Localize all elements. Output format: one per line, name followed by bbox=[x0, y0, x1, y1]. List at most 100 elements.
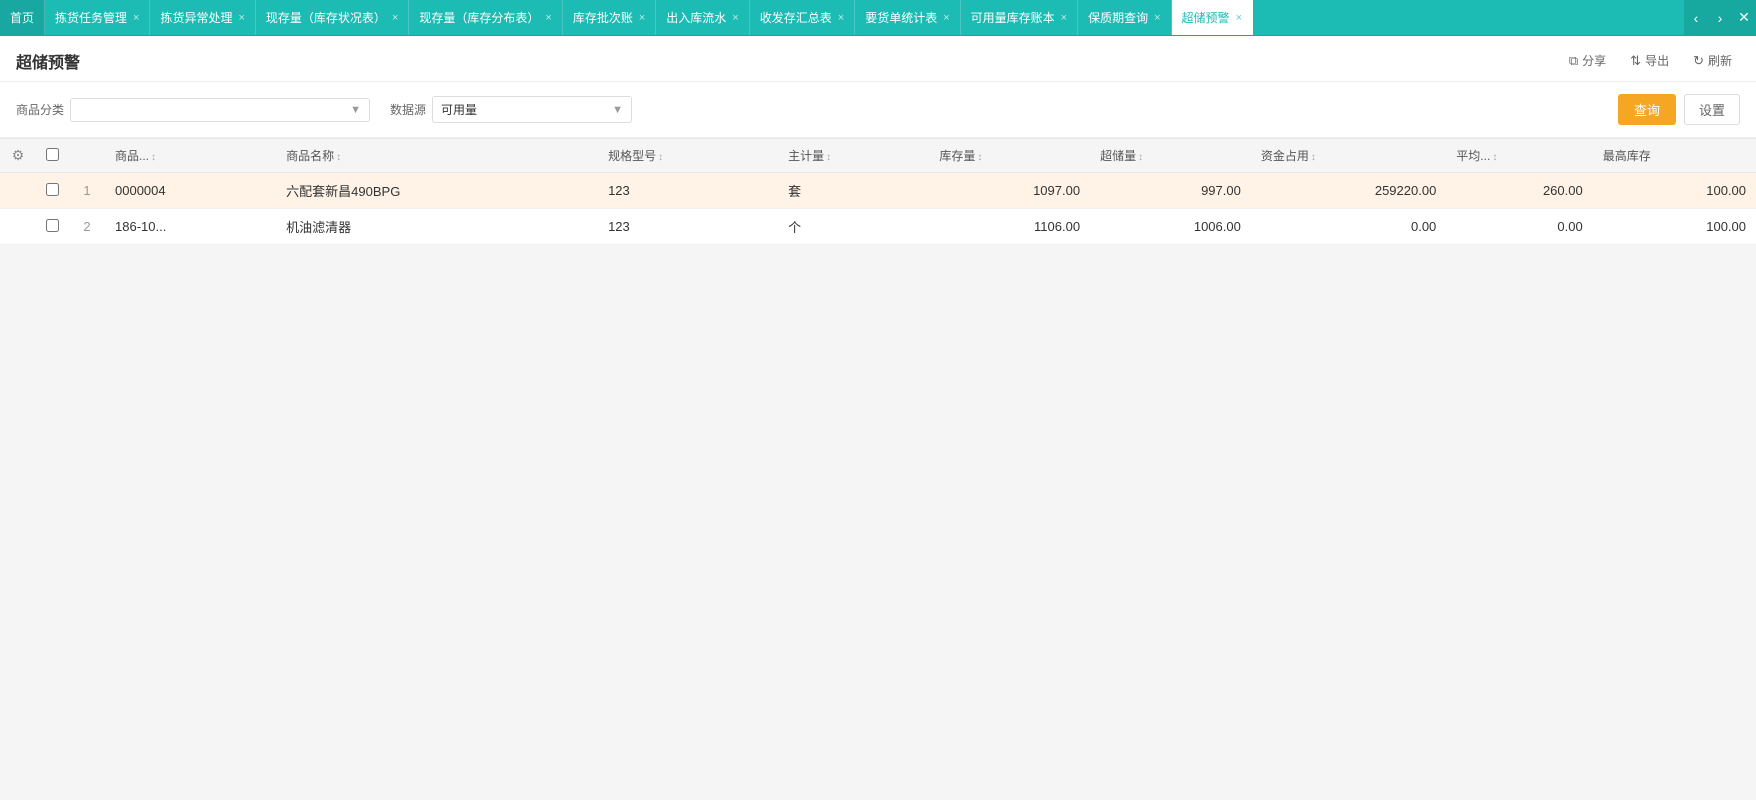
td-stock: 1097.00 bbox=[929, 173, 1090, 209]
category-select[interactable]: ▼ bbox=[70, 98, 370, 122]
td-gear bbox=[0, 173, 36, 209]
nav-item-overstock[interactable]: 超储预警 × bbox=[1172, 0, 1253, 36]
nav-close-icon[interactable]: × bbox=[545, 12, 551, 24]
nav-close-icon[interactable]: × bbox=[1236, 12, 1242, 24]
nav-item-inventory-status[interactable]: 现存量（库存状况表） × bbox=[256, 0, 409, 36]
datasource-select[interactable]: 可用量 ▼ bbox=[432, 96, 632, 123]
td-overstock: 997.00 bbox=[1090, 173, 1251, 209]
td-check bbox=[36, 173, 69, 209]
th-product-code[interactable]: 商品...↕ bbox=[105, 139, 276, 173]
page-header: 超储预警 ⧉ 分享 ⇅ 导出 ↻ 刷新 bbox=[0, 36, 1756, 82]
th-avg[interactable]: 平均...↕ bbox=[1446, 139, 1592, 173]
page-content: 超储预警 ⧉ 分享 ⇅ 导出 ↻ 刷新 商品分类 ▼ 数据源 bbox=[0, 36, 1756, 245]
td-unit: 套 bbox=[778, 173, 929, 209]
sort-icon-spec: ↕ bbox=[658, 152, 663, 163]
nav-label: 库存批次账 bbox=[573, 9, 633, 26]
td-product-name: 六配套新昌490BPG bbox=[276, 173, 598, 209]
nav-item-task-mgmt[interactable]: 拣货任务管理× bbox=[45, 0, 150, 36]
nav-label: 保质期查询 bbox=[1088, 9, 1148, 26]
nav-label: 出入库流水 bbox=[666, 9, 726, 26]
share-button[interactable]: ⧉ 分享 bbox=[1561, 48, 1614, 73]
th-gear: ⚙ bbox=[0, 139, 36, 173]
td-max-stock: 100.00 bbox=[1593, 209, 1756, 245]
td-product-name: 机油滤清器 bbox=[276, 209, 598, 245]
sort-icon-capital: ↕ bbox=[1311, 152, 1316, 163]
nav-item-expiry[interactable]: 保质期查询 × bbox=[1078, 0, 1171, 36]
td-avg: 0.00 bbox=[1446, 209, 1592, 245]
category-select-value bbox=[79, 103, 346, 117]
td-gear bbox=[0, 209, 36, 245]
nav-item-batch[interactable]: 库存批次账 × bbox=[563, 0, 656, 36]
table-wrapper: ⚙ 商品...↕ 商品名称↕ 规格型号↕ bbox=[0, 138, 1756, 245]
th-spec[interactable]: 规格型号↕ bbox=[598, 139, 778, 173]
nav-label: 现存量（库存分布表） bbox=[419, 9, 539, 26]
nav-item-order-stat[interactable]: 要货单统计表 × bbox=[855, 0, 960, 36]
th-unit[interactable]: 主计量↕ bbox=[778, 139, 929, 173]
th-max-stock[interactable]: 最高库存 bbox=[1593, 139, 1756, 173]
nav-label: 首页 bbox=[10, 9, 34, 26]
th-stock[interactable]: 库存量↕ bbox=[929, 139, 1090, 173]
category-label: 商品分类 bbox=[16, 101, 64, 118]
nav-close-icon[interactable]: × bbox=[133, 12, 139, 24]
nav-item-summary[interactable]: 收发存汇总表 × bbox=[750, 0, 855, 36]
nav-item-usable[interactable]: 可用量库存账本 × bbox=[961, 0, 1078, 36]
nav-label: 现存量（库存状况表） bbox=[266, 9, 386, 26]
nav-item-inout[interactable]: 出入库流水 × bbox=[656, 0, 749, 36]
export-icon: ⇅ bbox=[1630, 53, 1641, 69]
th-check bbox=[36, 139, 69, 173]
th-overstock[interactable]: 超储量↕ bbox=[1090, 139, 1251, 173]
query-button[interactable]: 查询 bbox=[1618, 94, 1676, 125]
th-row-num bbox=[69, 139, 105, 173]
td-unit: 个 bbox=[778, 209, 929, 245]
td-spec: 123 bbox=[598, 209, 778, 245]
nav-label: 要货单统计表 bbox=[865, 9, 937, 26]
table-header-row: ⚙ 商品...↕ 商品名称↕ 规格型号↕ bbox=[0, 139, 1756, 173]
nav-right-arrow[interactable]: › bbox=[1708, 0, 1732, 36]
nav-close-icon[interactable]: × bbox=[838, 12, 844, 24]
filter-bar: 商品分类 ▼ 数据源 可用量 ▼ 查询 设置 bbox=[0, 82, 1756, 138]
td-capital: 259220.00 bbox=[1251, 173, 1446, 209]
page-title: 超储预警 bbox=[16, 49, 80, 73]
nav-close-icon[interactable]: × bbox=[943, 12, 949, 24]
filter-buttons: 查询 设置 bbox=[1618, 94, 1740, 125]
nav-label: 可用量库存账本 bbox=[971, 9, 1055, 26]
refresh-button[interactable]: ↻ 刷新 bbox=[1685, 48, 1740, 73]
nav-close-icon[interactable]: × bbox=[1061, 12, 1067, 24]
nav-close-arrow[interactable]: ✕ bbox=[1732, 0, 1756, 36]
nav-label: 收发存汇总表 bbox=[760, 9, 832, 26]
td-row-num: 1 bbox=[69, 173, 105, 209]
th-capital[interactable]: 资金占用↕ bbox=[1251, 139, 1446, 173]
td-overstock: 1006.00 bbox=[1090, 209, 1251, 245]
top-navigation: 首页拣货任务管理×拣货异常处理×现存量（库存状况表）×现存量（库存分布表）×库存… bbox=[0, 0, 1756, 36]
table-body: 1 0000004 六配套新昌490BPG 123 套 1097.00 997.… bbox=[0, 173, 1756, 245]
row-checkbox-1[interactable] bbox=[46, 219, 59, 232]
export-button[interactable]: ⇅ 导出 bbox=[1622, 48, 1677, 73]
nav-arrows: ‹ › ✕ bbox=[1684, 0, 1756, 36]
table-row: 2 186-10... 机油滤清器 123 个 1106.00 1006.00 … bbox=[0, 209, 1756, 245]
nav-item-abnormal[interactable]: 拣货异常处理× bbox=[150, 0, 255, 36]
row-checkbox-0[interactable] bbox=[46, 183, 59, 196]
nav-close-icon[interactable]: × bbox=[1154, 12, 1160, 24]
nav-label: 超储预警 bbox=[1182, 9, 1230, 26]
nav-left-arrow[interactable]: ‹ bbox=[1684, 0, 1708, 36]
nav-close-icon[interactable]: × bbox=[732, 12, 738, 24]
nav-item-home[interactable]: 首页 bbox=[0, 0, 45, 36]
nav-item-inventory-dist[interactable]: 现存量（库存分布表） × bbox=[409, 0, 562, 36]
nav-close-icon[interactable]: × bbox=[392, 12, 398, 24]
td-product-code: 186-10... bbox=[105, 209, 276, 245]
sort-icon-overstock: ↕ bbox=[1138, 152, 1143, 163]
table-row: 1 0000004 六配套新昌490BPG 123 套 1097.00 997.… bbox=[0, 173, 1756, 209]
datasource-filter-group: 数据源 可用量 ▼ bbox=[390, 96, 632, 123]
sort-icon-product-name: ↕ bbox=[336, 152, 341, 163]
td-product-code: 0000004 bbox=[105, 173, 276, 209]
nav-close-icon[interactable]: × bbox=[238, 12, 244, 24]
td-avg: 260.00 bbox=[1446, 173, 1592, 209]
nav-close-icon[interactable]: × bbox=[639, 12, 645, 24]
settings-button[interactable]: 设置 bbox=[1684, 94, 1740, 125]
category-filter-group: 商品分类 ▼ bbox=[16, 98, 370, 122]
refresh-icon: ↻ bbox=[1693, 53, 1704, 69]
datasource-select-value: 可用量 bbox=[441, 101, 608, 118]
th-product-name[interactable]: 商品名称↕ bbox=[276, 139, 598, 173]
gear-icon[interactable]: ⚙ bbox=[12, 147, 25, 163]
select-all-checkbox[interactable] bbox=[46, 148, 59, 161]
